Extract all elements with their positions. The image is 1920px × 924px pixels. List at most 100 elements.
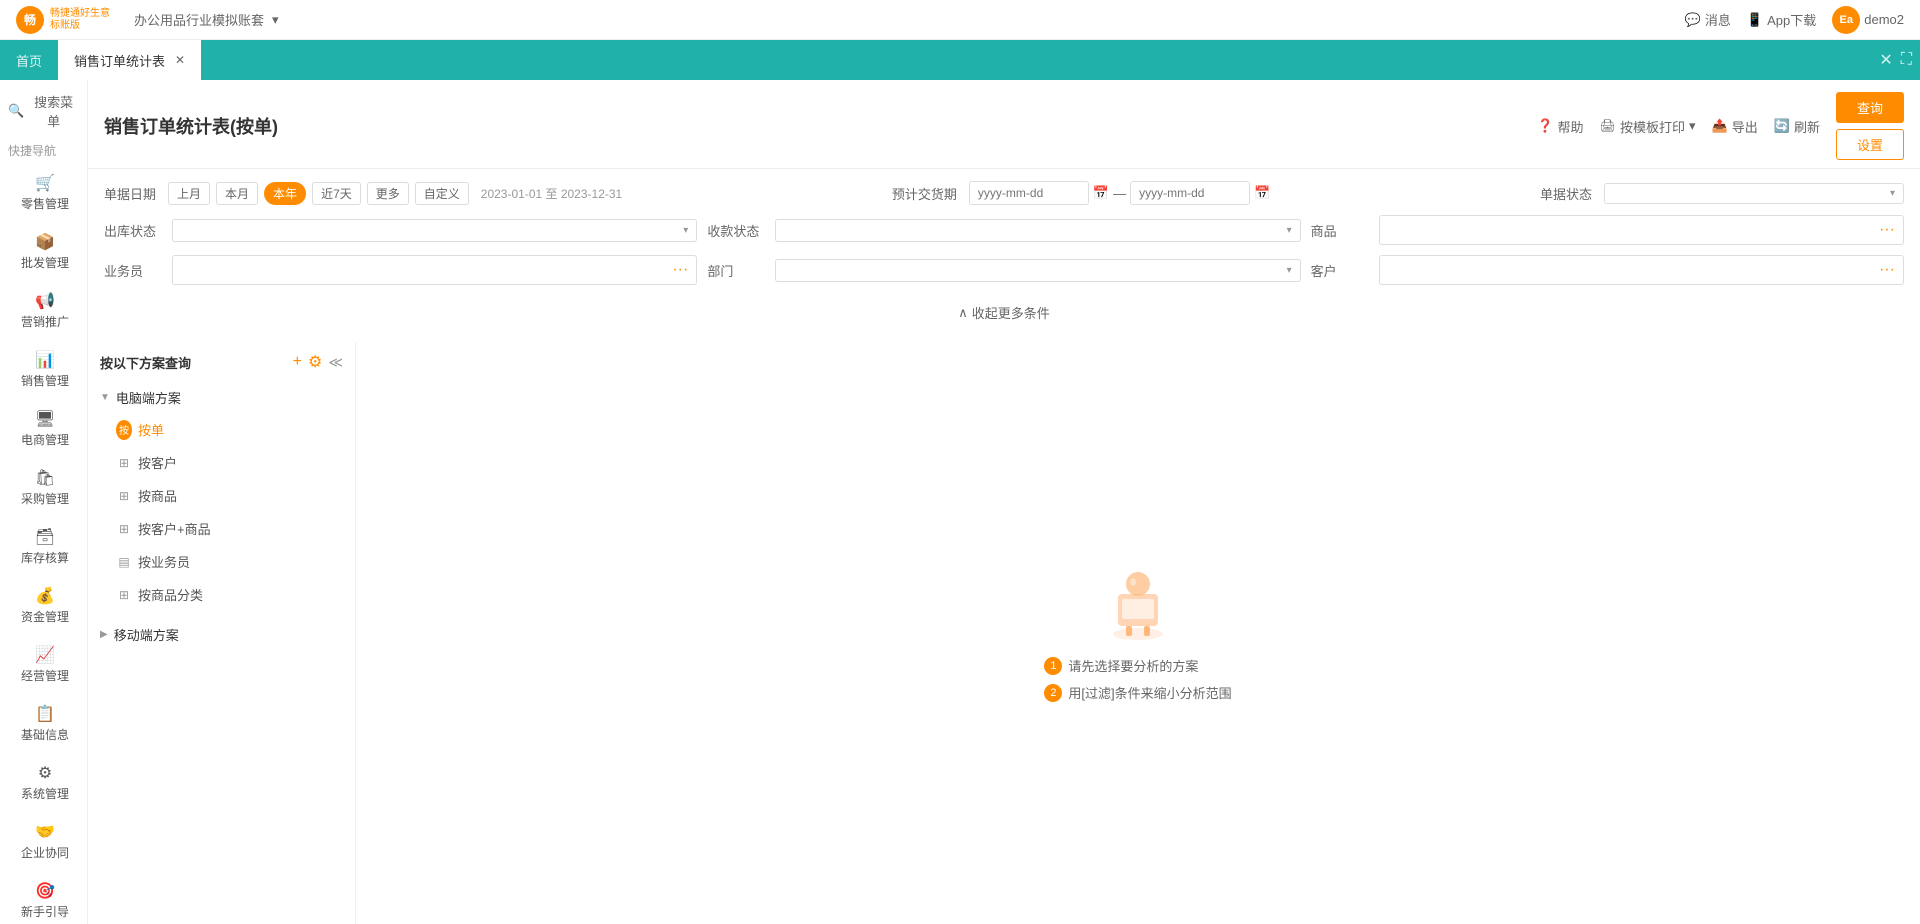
by-customer-label: 按客户 [138,453,177,472]
settings-scheme-button[interactable]: ⚙ [308,352,322,372]
date-this-month[interactable]: 本月 [216,182,258,205]
sidebar-item-inventory[interactable]: 🗃 库存核算 [0,517,87,576]
tree-item-by-salesperson[interactable]: ▤ 按业务员 [88,545,355,578]
by-salesperson-icon: ▤ [116,554,132,570]
calendar-start-icon[interactable]: 📅 [1093,185,1109,201]
refresh-label: 刷新 [1794,117,1820,136]
tree-group-mobile: ▶ 移动端方案 [88,619,355,658]
help-icon: ❓ [1537,118,1553,134]
query-button[interactable]: 查询 [1836,92,1904,123]
print-button[interactable]: 🖨 按模板打印 ▾ [1600,117,1696,136]
sidebar-item-corp-sync[interactable]: 🤝 企业协同 [0,812,87,871]
sales-icon: 📊 [35,350,55,370]
help-button[interactable]: ❓ 帮助 [1537,117,1583,136]
tab-close-icon[interactable]: ✕ [175,53,185,67]
nav-label: 快捷导航 [0,138,87,163]
date-last-month[interactable]: 上月 [168,182,210,205]
sidebar-item-basic-info[interactable]: 📋 基础信息 [0,694,87,753]
operations-icon: 📈 [35,645,55,665]
basic-info-icon: 📋 [35,704,55,724]
date-group: 上月 本月 本年 近7天 更多 自定义 [168,182,469,205]
by-goods-icon: ⊞ [116,488,132,504]
print-icon: 🖨 [1600,118,1617,134]
search-menu-button[interactable]: 🔍 搜索菜单 [8,88,79,134]
collapse-panel-button[interactable]: ≪ [328,354,343,371]
sidebar-item-wholesale[interactable]: 📦 批发管理 [0,222,87,281]
top-title: 办公用品行业模拟账套 [134,10,264,29]
empty-hint-1: 1 请先选择要分析的方案 [1044,656,1231,675]
department-select[interactable]: ▾ [775,259,1300,282]
tab-expand-icon[interactable]: ⛶ [1901,51,1912,69]
settings-button[interactable]: 设置 [1836,129,1904,160]
ecommerce-label: 电商管理 [21,431,69,448]
sidebar-item-operations[interactable]: 📈 经营管理 [0,635,87,694]
sidebar-item-system[interactable]: ⚙ 系统管理 [0,753,87,812]
payment-status-select[interactable]: ▾ [775,219,1300,242]
customer-dots[interactable]: ··· [1879,261,1895,279]
print-label: 按模板打印 [1620,117,1685,136]
ship-status-select[interactable]: ▾ [172,219,697,242]
purchase-icon: 🛍 [35,468,55,488]
status-select[interactable]: ▾ [1604,183,1904,204]
filter-row-3: 业务员 ··· 部门 ▾ 客户 [104,255,1904,285]
message-button[interactable]: 💬 消息 [1685,10,1731,29]
home-tab-label: 首页 [16,51,42,70]
user-menu[interactable]: Ea demo2 [1832,6,1904,34]
tree-item-by-goods[interactable]: ⊞ 按商品 [88,479,355,512]
purchase-label: 采购管理 [21,490,69,507]
by-salesperson-label: 按业务员 [138,552,190,571]
date-this-year[interactable]: 本年 [264,182,306,205]
tree-group-mobile-title[interactable]: ▶ 移动端方案 [88,619,355,650]
sidebar-item-retail[interactable]: 🛒 零售管理 [0,163,87,222]
corp-sync-label: 企业协同 [21,844,69,861]
expected-delivery-label: 预计交货期 [892,184,957,203]
by-order-icon: 按 [116,422,132,438]
date-more[interactable]: 更多 [367,182,409,205]
export-button[interactable]: 📤 导出 [1712,117,1758,136]
tree-item-by-category[interactable]: ⊞ 按商品分类 [88,578,355,611]
goods-select[interactable]: ··· [1379,215,1904,245]
tab-close-all-icon[interactable]: ✕ [1879,50,1892,70]
corp-sync-icon: 🤝 [35,822,55,842]
salesperson-select[interactable]: ··· [172,255,697,285]
sidebar-item-ecommerce[interactable]: 🖥 电商管理 [0,399,87,458]
finance-icon: 💰 [35,586,55,606]
user-name: demo2 [1864,12,1904,27]
tab-home[interactable]: 首页 [0,40,58,80]
salesperson-dots[interactable]: ··· [672,261,688,279]
ecommerce-icon: 🖥 [35,409,55,429]
tab-bar-actions: ✕ ⛶ [1879,50,1920,70]
sidebar-item-marketing[interactable]: 📢 营销推广 [0,281,87,340]
guide-icon: 🎯 [35,881,55,901]
tab-sales-order[interactable]: 销售订单统计表 ✕ [58,40,201,80]
basic-info-label: 基础信息 [21,726,69,743]
refresh-button[interactable]: 🔄 刷新 [1774,117,1820,136]
add-scheme-button[interactable]: + [293,353,302,371]
customer-label: 客户 [1311,261,1371,280]
customer-select[interactable]: ··· [1379,255,1904,285]
sidebar-item-guide[interactable]: 🎯 新手引导 [0,871,87,924]
by-customer-icon: ⊞ [116,455,132,471]
sidebar-item-sales[interactable]: 📊 销售管理 [0,340,87,399]
tree-group-pc-title[interactable]: ▼ 电脑端方案 [88,382,355,413]
date-custom[interactable]: 自定义 [415,182,469,205]
collapse-row: ∧ 收起更多条件 [104,295,1904,330]
sidebar-item-finance[interactable]: 💰 资金管理 [0,576,87,635]
delivery-date-end[interactable] [1130,181,1250,205]
top-dropdown-icon[interactable]: ▾ [272,12,279,28]
status-filter-label: 单据状态 [1540,184,1592,203]
tree-item-by-customer[interactable]: ⊞ 按客户 [88,446,355,479]
tree-item-by-order[interactable]: 按 按单 [88,413,355,446]
tree-item-by-customer-goods[interactable]: ⊞ 按客户+商品 [88,512,355,545]
date-range-text: 2023-01-01 至 2023-12-31 [481,185,622,202]
delivery-date-start[interactable] [969,181,1089,205]
page-title: 销售订单统计表(按单) [104,113,278,139]
sidebar-item-purchase[interactable]: 🛍 采购管理 [0,458,87,517]
collapse-button[interactable]: ∧ 收起更多条件 [958,303,1050,322]
goods-dots[interactable]: ··· [1879,221,1895,239]
avatar: Ea [1832,6,1860,34]
btn-group-right: 查询 设置 [1836,92,1904,160]
calendar-end-icon[interactable]: 📅 [1254,185,1270,201]
date-last-7-days[interactable]: 近7天 [312,182,361,205]
app-download-button[interactable]: 📱 App下载 [1747,10,1816,29]
